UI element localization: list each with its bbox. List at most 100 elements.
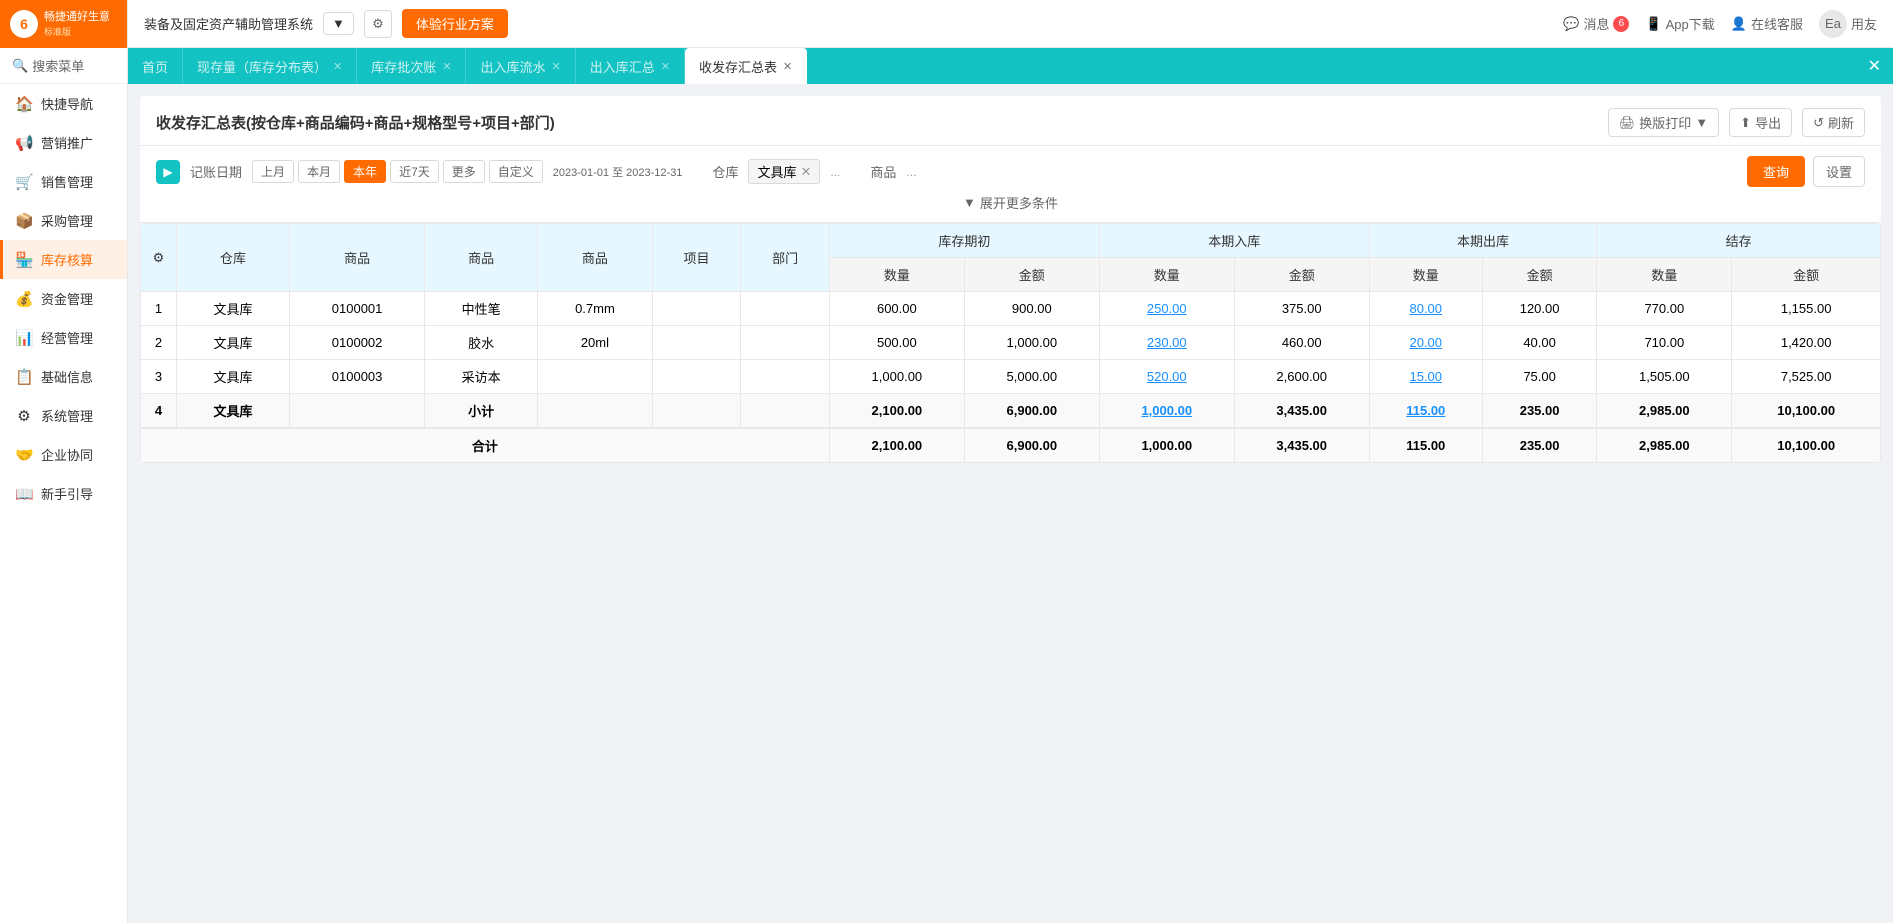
cell-open-qty: 1,000.00 bbox=[829, 360, 964, 394]
cell-open-amt: 1,000.00 bbox=[964, 326, 1099, 360]
cell-out-amt: 40.00 bbox=[1482, 326, 1597, 360]
inventory-icon: 🏪 bbox=[15, 251, 33, 269]
cell-out-qty[interactable]: 20.00 bbox=[1369, 326, 1482, 360]
cell-out-qty[interactable]: 115.00 bbox=[1369, 394, 1482, 429]
gear-icon: ⚙ bbox=[372, 16, 384, 32]
sidebar-item-finance[interactable]: 💰 资金管理 bbox=[0, 279, 127, 318]
online-service-button[interactable]: 👤 在线客服 bbox=[1731, 14, 1803, 33]
tab-inout-summary-label: 出入库汇总 bbox=[590, 57, 655, 76]
setting-button[interactable]: 设置 bbox=[1813, 156, 1865, 187]
cell-project bbox=[652, 394, 741, 429]
date-btn-prev-month[interactable]: 上月 bbox=[252, 160, 294, 183]
cell-bal-qty: 1,505.00 bbox=[1597, 360, 1732, 394]
message-label: 消息 bbox=[1583, 14, 1609, 33]
sidebar-item-inventory[interactable]: 🏪 库存核算 bbox=[0, 240, 127, 279]
refresh-button[interactable]: ↺ 刷新 bbox=[1802, 108, 1865, 137]
sidebar-logo: 6 畅捷通好生意 标准版 bbox=[0, 0, 127, 48]
tab-recv-send[interactable]: 收发存汇总表 ✕ bbox=[685, 48, 807, 84]
trial-button[interactable]: 体验行业方案 bbox=[402, 9, 508, 38]
tab-stock-dist-close[interactable]: ✕ bbox=[333, 60, 342, 73]
footer-label: 合计 bbox=[141, 428, 830, 463]
user-area[interactable]: Ea 用友 bbox=[1819, 10, 1877, 38]
footer-out-amt: 235.00 bbox=[1482, 428, 1597, 463]
refresh-icon: ↺ bbox=[1813, 115, 1824, 131]
table-wrapper: ⚙ 仓库 商品 商品 商品 项目 部门 库存期初 本期入库 本期出库 结存 bbox=[140, 223, 1881, 463]
tab-recv-send-label: 收发存汇总表 bbox=[699, 57, 777, 76]
date-label: 记账日期 bbox=[190, 162, 242, 181]
sidebar-item-label: 系统管理 bbox=[41, 406, 93, 425]
date-btn-custom[interactable]: 自定义 bbox=[489, 160, 543, 183]
date-btn-this-year[interactable]: 本年 bbox=[344, 160, 386, 183]
tab-inout-flow-close[interactable]: ✕ bbox=[552, 60, 561, 73]
cell-name: 中性笔 bbox=[425, 292, 538, 326]
cell-out-amt: 75.00 bbox=[1482, 360, 1597, 394]
footer-bal-amt: 10,100.00 bbox=[1732, 428, 1881, 463]
expand-icon: ▼ bbox=[963, 195, 976, 210]
goods-more-button[interactable]: ... bbox=[906, 165, 916, 179]
sidebar-item-sales[interactable]: 🛒 销售管理 bbox=[0, 162, 127, 201]
cell-out-qty[interactable]: 15.00 bbox=[1369, 360, 1482, 394]
sidebar-item-guide[interactable]: 📖 新手引导 bbox=[0, 474, 127, 513]
sidebar-item-quick-nav[interactable]: 🏠 快捷导航 bbox=[0, 84, 127, 123]
tab-recv-send-close[interactable]: ✕ bbox=[783, 60, 792, 73]
sidebar-item-label: 库存核算 bbox=[41, 250, 93, 269]
filter-action-buttons: 查询 设置 bbox=[1747, 156, 1865, 187]
settings-button[interactable]: ⚙ bbox=[364, 10, 392, 38]
cell-out-qty[interactable]: 80.00 bbox=[1369, 292, 1482, 326]
sidebar-search-label: 搜索菜单 bbox=[32, 56, 84, 75]
sales-icon: 🛒 bbox=[15, 173, 33, 191]
cell-code: 0100001 bbox=[290, 292, 425, 326]
footer-out-qty: 115.00 bbox=[1369, 428, 1482, 463]
tab-batch-close[interactable]: ✕ bbox=[442, 60, 451, 73]
message-badge: 6 bbox=[1613, 16, 1629, 32]
purchase-icon: 📦 bbox=[15, 212, 33, 230]
date-btn-more[interactable]: 更多 bbox=[443, 160, 485, 183]
warehouse-tag-close[interactable]: ✕ bbox=[800, 164, 811, 180]
cell-dept bbox=[741, 360, 830, 394]
tab-batch[interactable]: 库存批次账 ✕ bbox=[357, 48, 466, 84]
cell-in-qty[interactable]: 1,000.00 bbox=[1099, 394, 1234, 429]
app-download-button[interactable]: 📱 App下载 bbox=[1645, 14, 1714, 33]
export-button[interactable]: ⬆ 导出 bbox=[1729, 108, 1792, 137]
sidebar-item-enterprise[interactable]: 🤝 企业协同 bbox=[0, 435, 127, 474]
message-button[interactable]: 💬 消息 6 bbox=[1563, 14, 1629, 33]
tab-inout-flow[interactable]: 出入库流水 ✕ bbox=[466, 48, 575, 84]
footer-in-qty: 1,000.00 bbox=[1099, 428, 1234, 463]
print-button[interactable]: 🖨 换版打印 ▼ bbox=[1608, 108, 1719, 137]
date-btn-this-month[interactable]: 本月 bbox=[298, 160, 340, 183]
logo-icon: 6 bbox=[10, 10, 38, 38]
sidebar-search-item[interactable]: 🔍 搜索菜单 bbox=[0, 48, 127, 84]
app-dropdown[interactable]: ▼ bbox=[323, 12, 354, 35]
sidebar-item-marketing[interactable]: 📢 营销推广 bbox=[0, 123, 127, 162]
date-btn-7days[interactable]: 近7天 bbox=[390, 160, 439, 183]
cell-in-qty[interactable]: 520.00 bbox=[1099, 360, 1234, 394]
cell-name: 胶水 bbox=[425, 326, 538, 360]
close-all-tabs-button[interactable]: ✕ bbox=[1856, 56, 1893, 76]
th-out-amt: 金额 bbox=[1482, 258, 1597, 292]
th-settings[interactable]: ⚙ bbox=[141, 224, 177, 292]
expand-more-button[interactable]: ▼ 展开更多条件 bbox=[156, 193, 1865, 212]
sidebar-item-purchase[interactable]: 📦 采购管理 bbox=[0, 201, 127, 240]
filter-collapse-button[interactable]: ▶ bbox=[156, 160, 180, 184]
cell-name: 小计 bbox=[425, 394, 538, 429]
avatar: Ea bbox=[1819, 10, 1847, 38]
cell-in-qty[interactable]: 230.00 bbox=[1099, 326, 1234, 360]
sidebar-item-label: 基础信息 bbox=[41, 367, 93, 386]
sidebar-item-system[interactable]: ⚙ 系统管理 bbox=[0, 396, 127, 435]
tab-inout-summary-close[interactable]: ✕ bbox=[661, 60, 670, 73]
sidebar-item-label: 企业协同 bbox=[41, 445, 93, 464]
tab-inout-summary[interactable]: 出入库汇总 ✕ bbox=[576, 48, 685, 84]
warehouse-tag: 文具库 ✕ bbox=[748, 159, 820, 184]
sidebar-item-operations[interactable]: 📊 经营管理 bbox=[0, 318, 127, 357]
cell-in-amt: 460.00 bbox=[1234, 326, 1369, 360]
cell-warehouse: 文具库 bbox=[177, 326, 290, 360]
query-button[interactable]: 查询 bbox=[1747, 156, 1805, 187]
sidebar-item-base-info[interactable]: 📋 基础信息 bbox=[0, 357, 127, 396]
tab-home[interactable]: 首页 bbox=[128, 48, 183, 84]
sidebar-item-label: 营销推广 bbox=[41, 133, 93, 152]
tab-stock-dist[interactable]: 现存量（库存分布表） ✕ bbox=[183, 48, 357, 84]
cell-in-qty[interactable]: 250.00 bbox=[1099, 292, 1234, 326]
cell-out-amt: 120.00 bbox=[1482, 292, 1597, 326]
th-warehouse: 仓库 bbox=[177, 224, 290, 292]
warehouse-more-button[interactable]: ... bbox=[830, 165, 840, 179]
